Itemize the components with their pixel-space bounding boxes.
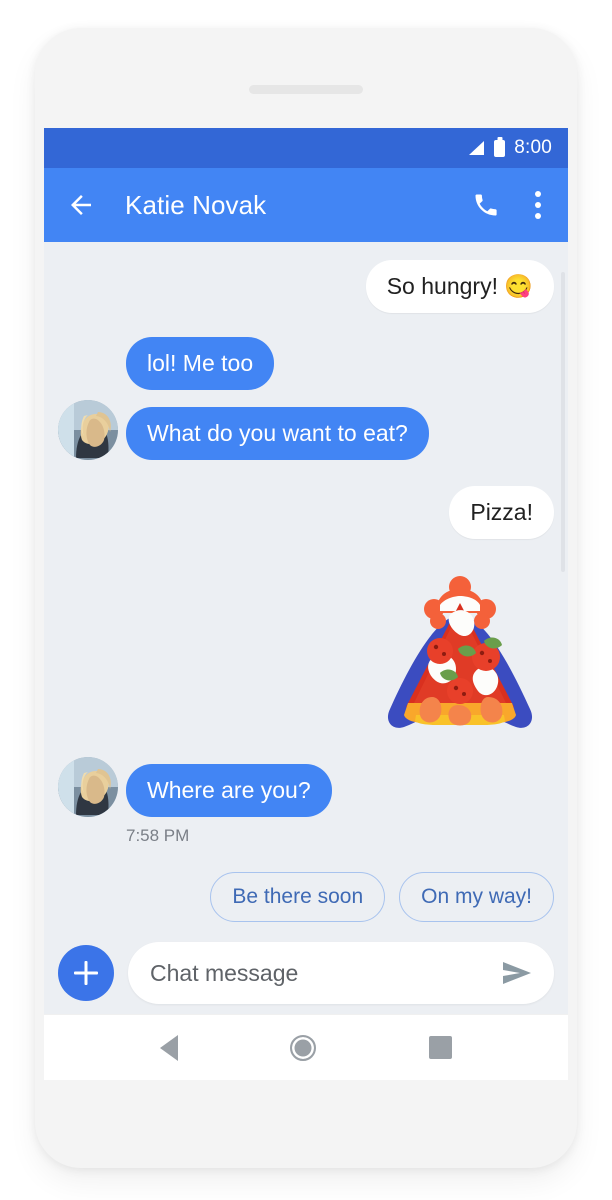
- message-row-outgoing: So hungry! 😋: [44, 260, 568, 314]
- screenshot-stage: 8:00 Katie Novak So hungry! 😋 lol! Me to…: [0, 0, 612, 1200]
- chat-input-container[interactable]: [128, 942, 554, 1004]
- status-bar: 8:00: [44, 128, 568, 168]
- overflow-menu-icon[interactable]: [530, 187, 546, 223]
- chat-message-input[interactable]: [150, 959, 502, 987]
- arrow-back-icon[interactable]: [66, 190, 96, 220]
- nav-recents-icon[interactable]: [428, 1036, 452, 1059]
- plus-icon[interactable]: [58, 945, 114, 1001]
- phone-screen: 8:00 Katie Novak So hungry! 😋 lol! Me to…: [44, 128, 568, 1080]
- avatar-photo: [58, 757, 118, 818]
- message-row-incoming: What do you want to eat?: [44, 400, 568, 461]
- contact-avatar[interactable]: [58, 400, 118, 461]
- message-bubble-incoming[interactable]: Where are you?: [126, 764, 332, 818]
- message-list[interactable]: So hungry! 😋 lol! Me too What do you wan…: [44, 242, 568, 932]
- message-timestamp: 7:58 PM: [126, 826, 190, 846]
- message-text: So hungry!: [386, 273, 505, 299]
- avatar-photo: [58, 400, 118, 461]
- android-navigation-bar: [44, 1014, 568, 1080]
- status-bar-clock: 8:00: [514, 137, 552, 158]
- send-icon[interactable]: [502, 960, 532, 986]
- message-bubble-incoming[interactable]: What do you want to eat?: [126, 407, 429, 461]
- message-row-sticker: [44, 557, 568, 735]
- nav-home-icon[interactable]: [290, 1034, 317, 1061]
- smart-reply-chips: Be there soon On my way!: [44, 872, 568, 923]
- battery-full-icon: [494, 139, 506, 157]
- conversation-scrollbar[interactable]: [561, 272, 565, 572]
- phone-device-frame: 8:00 Katie Novak So hungry! 😋 lol! Me to…: [35, 28, 577, 1168]
- compose-bar: [44, 932, 568, 1014]
- message-row-incoming: lol! Me too: [44, 337, 568, 391]
- earpiece-speaker-icon: [249, 85, 363, 94]
- app-bar: Katie Novak: [44, 168, 568, 242]
- signal-bars-icon: [469, 141, 485, 155]
- message-row-outgoing: Pizza!: [44, 486, 568, 540]
- message-bubble-outgoing[interactable]: Pizza!: [449, 486, 554, 540]
- smart-reply-chip-on-my-way[interactable]: On my way!: [399, 872, 554, 923]
- message-bubble-outgoing[interactable]: So hungry! 😋: [365, 260, 554, 314]
- savoring-food-emoji-icon: 😋: [504, 273, 533, 299]
- pizza-hug-sticker[interactable]: [374, 557, 546, 735]
- contact-avatar[interactable]: [58, 757, 118, 818]
- message-row-incoming: Where are you?: [44, 757, 568, 818]
- smart-reply-chip-be-there-soon[interactable]: Be there soon: [210, 872, 386, 923]
- conversation-title: Katie Novak: [125, 189, 267, 220]
- phone-call-icon[interactable]: [472, 191, 500, 219]
- message-bubble-incoming[interactable]: lol! Me too: [126, 337, 275, 391]
- nav-back-icon[interactable]: [160, 1034, 179, 1061]
